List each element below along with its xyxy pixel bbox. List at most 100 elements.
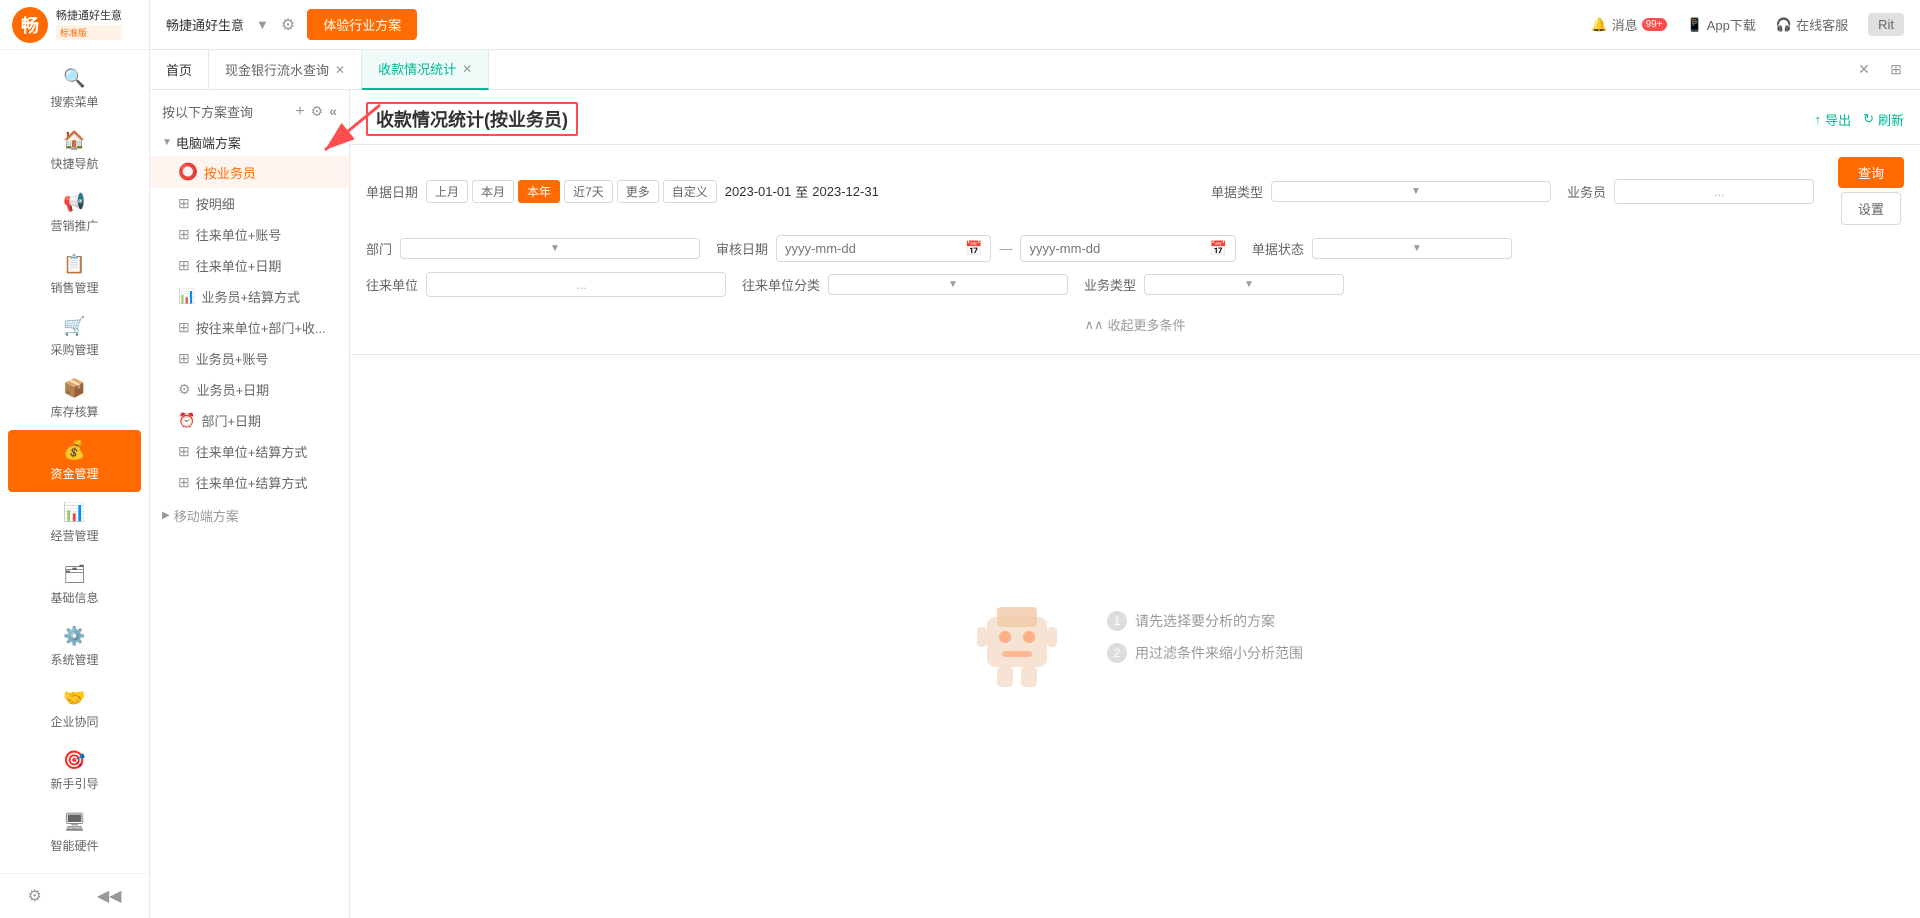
- sidebar-settings-btn[interactable]: ⚙: [28, 886, 42, 906]
- doc-type-dropdown-icon: ▼: [1411, 186, 1542, 197]
- scheme-item-unit-account[interactable]: ⊞ 往来单位+账号: [150, 219, 349, 250]
- collapse-up-icon: ∧∧: [1084, 317, 1103, 333]
- scheme-item-unit-dept-receipt[interactable]: ⊞ 按往来单位+部门+收...: [150, 312, 349, 343]
- tip-text-1: 请先选择要分析的方案: [1135, 611, 1275, 631]
- sidebar-item-hardware[interactable]: 🖥 智能硬件: [0, 802, 149, 864]
- scheme-item-dept-date[interactable]: ⏰ 部门+日期: [150, 405, 349, 436]
- topbar-settings-icon[interactable]: ⚙: [281, 15, 295, 35]
- scheme-item-staff-payment[interactable]: 📊 业务员+结算方式: [150, 281, 349, 312]
- date-btn-custom[interactable]: 自定义: [663, 180, 717, 203]
- dept-select[interactable]: ▼: [400, 238, 700, 259]
- calendar-start-icon[interactable]: 📅: [965, 240, 982, 257]
- sales-icon: 📋: [63, 254, 85, 275]
- query-actions: 查询 设置: [1838, 157, 1904, 225]
- tab-home[interactable]: 首页: [150, 50, 209, 90]
- scheme-item-by-staff[interactable]: ⭕ 按业务员: [150, 156, 349, 188]
- app-download-item[interactable]: 📱 App下载: [1687, 15, 1756, 34]
- review-date-start-field[interactable]: [785, 241, 961, 256]
- headset-icon: 🎧: [1776, 17, 1792, 33]
- date-btn-this-year[interactable]: 本年: [518, 180, 560, 203]
- query-button[interactable]: 查询: [1838, 157, 1904, 188]
- date-btn-7days[interactable]: 近7天: [564, 180, 613, 203]
- notification-item[interactable]: 🔔 消息 99+: [1591, 15, 1666, 34]
- scheme-item-unit-payment1[interactable]: ⊞ 往来单位+结算方式: [150, 436, 349, 467]
- window-close-btn[interactable]: ✕: [1852, 58, 1876, 82]
- sidebar-item-guide[interactable]: 🎯 新手引导: [0, 740, 149, 802]
- counterpart-filter-item: 往来单位 ...: [366, 272, 726, 297]
- doc-type-select[interactable]: ▼: [1271, 181, 1551, 202]
- refresh-btn[interactable]: ↻ 刷新: [1863, 110, 1904, 129]
- window-expand-btn[interactable]: ⊞: [1884, 58, 1908, 82]
- sidebar-item-quick-nav[interactable]: 🏠 快捷导航: [0, 120, 149, 182]
- date-btn-this-month[interactable]: 本月: [472, 180, 514, 203]
- scheme-unit-dept-icon: ⊞: [178, 319, 190, 336]
- panel-add-icon[interactable]: +: [295, 103, 304, 121]
- tab-close-receipt-stats[interactable]: ✕: [462, 62, 472, 76]
- settings-button[interactable]: 设置: [1841, 192, 1901, 225]
- counterpart-more-icon[interactable]: ...: [576, 277, 717, 292]
- panel-collapse-icon[interactable]: «: [329, 103, 337, 121]
- date-btn-last-month[interactable]: 上月: [426, 180, 468, 203]
- scheme-item-unit-date[interactable]: ⊞ 往来单位+日期: [150, 250, 349, 281]
- sidebar-item-basic[interactable]: 🗂 基础信息: [0, 554, 149, 616]
- sidebar-item-operation[interactable]: 📊 经营管理: [0, 492, 149, 554]
- online-service-item[interactable]: 🎧 在线客服: [1776, 15, 1848, 34]
- mobile-group-title[interactable]: ▶ 移动端方案: [150, 502, 349, 529]
- scheme-unit-date-icon: ⊞: [178, 257, 190, 274]
- business-type-filter-item: 业务类型 ▼: [1084, 274, 1344, 295]
- sidebar-item-purchase[interactable]: 🛒 采购管理: [0, 306, 149, 368]
- sidebar-item-system[interactable]: ⚙️ 系统管理: [0, 616, 149, 678]
- desktop-group-title[interactable]: ▼ 电脑端方案: [150, 129, 349, 156]
- review-date-end-input[interactable]: 📅: [1020, 235, 1235, 262]
- counterpart-category-select[interactable]: ▼: [828, 274, 1068, 295]
- export-btn[interactable]: ↑ 导出: [1815, 110, 1852, 129]
- sidebar-item-finance[interactable]: 💰 资金管理: [8, 430, 141, 492]
- scheme-dept-date-icon: ⏰: [178, 412, 195, 429]
- scheme-unit-account-icon: ⊞: [178, 226, 190, 243]
- tip-num-1: 1: [1107, 611, 1127, 631]
- topbar-dropdown-icon[interactable]: ▼: [256, 17, 269, 32]
- tab-bank-flow[interactable]: 现金银行流水查询 ✕: [209, 50, 362, 90]
- group-expand-icon: ▼: [162, 137, 172, 148]
- sidebar-item-enterprise[interactable]: 🤝 企业协同: [0, 678, 149, 740]
- dept-dropdown-icon: ▼: [550, 243, 691, 254]
- panel-settings-icon[interactable]: ⚙: [311, 103, 324, 121]
- sidebar-item-wechat[interactable]: 💬 企业微信: [0, 864, 149, 873]
- counterpart-select[interactable]: ...: [426, 272, 726, 297]
- enterprise-icon: 🤝: [63, 688, 85, 709]
- staff-more-icon[interactable]: ...: [1714, 184, 1805, 199]
- sidebar-item-sales[interactable]: 📋 销售管理: [0, 244, 149, 306]
- calendar-end-icon[interactable]: 📅: [1209, 240, 1226, 257]
- business-type-select[interactable]: ▼: [1144, 274, 1344, 295]
- doc-status-select[interactable]: ▼: [1312, 238, 1512, 259]
- filter-row-2: 部门 ▼ 审核日期 📅 —: [366, 235, 1904, 262]
- topbar-title: 畅捷通好生意: [166, 15, 244, 34]
- counterpart-category-dropdown-icon: ▼: [948, 279, 1059, 290]
- filter-row-1: 单据日期 上月 本月 本年 近7天 更多 自定义 2023-01-01 至: [366, 157, 1904, 225]
- sidebar-item-marketing[interactable]: 📢 营销推广: [0, 182, 149, 244]
- review-date-start-input[interactable]: 📅: [776, 235, 991, 262]
- scheme-item-staff-date[interactable]: ⚙ 业务员+日期: [150, 374, 349, 405]
- scheme-item-unit-payment2[interactable]: ⊞ 往来单位+结算方式: [150, 467, 349, 498]
- date-btn-more[interactable]: 更多: [617, 180, 659, 203]
- scheme-item-by-detail[interactable]: ⊞ 按明细: [150, 188, 349, 219]
- scheme-unit-pay2-icon: ⊞: [178, 474, 190, 491]
- collapse-bar[interactable]: ∧∧ 收起更多条件: [366, 307, 1904, 342]
- sidebar-item-search[interactable]: 🔍 搜索菜单: [0, 58, 149, 120]
- trial-btn[interactable]: 体验行业方案: [307, 9, 417, 40]
- notification-badge: 99+: [1642, 18, 1667, 31]
- tab-close-bank-flow[interactable]: ✕: [335, 63, 345, 77]
- doc-status-filter-item: 单据状态 ▼: [1252, 238, 1512, 259]
- user-avatar[interactable]: Rit: [1868, 13, 1904, 36]
- staff-select[interactable]: ...: [1614, 179, 1814, 204]
- sidebar-item-inventory[interactable]: 📦 库存核算: [0, 368, 149, 430]
- tab-receipt-stats[interactable]: 收款情况统计 ✕: [362, 50, 489, 90]
- doc-type-filter-item: 单据类型 ▼: [1211, 181, 1551, 202]
- scheme-item-staff-account[interactable]: ⊞ 业务员+账号: [150, 343, 349, 374]
- left-panel-header: 按以下方案查询 + ⚙ «: [150, 102, 349, 129]
- scheme-active-icon: ⭕: [178, 162, 198, 182]
- doc-status-dropdown-icon: ▼: [1412, 243, 1503, 254]
- sidebar-collapse-btn[interactable]: ◀◀: [97, 886, 122, 906]
- operation-icon: 📊: [63, 502, 85, 523]
- review-date-end-field[interactable]: [1029, 241, 1205, 256]
